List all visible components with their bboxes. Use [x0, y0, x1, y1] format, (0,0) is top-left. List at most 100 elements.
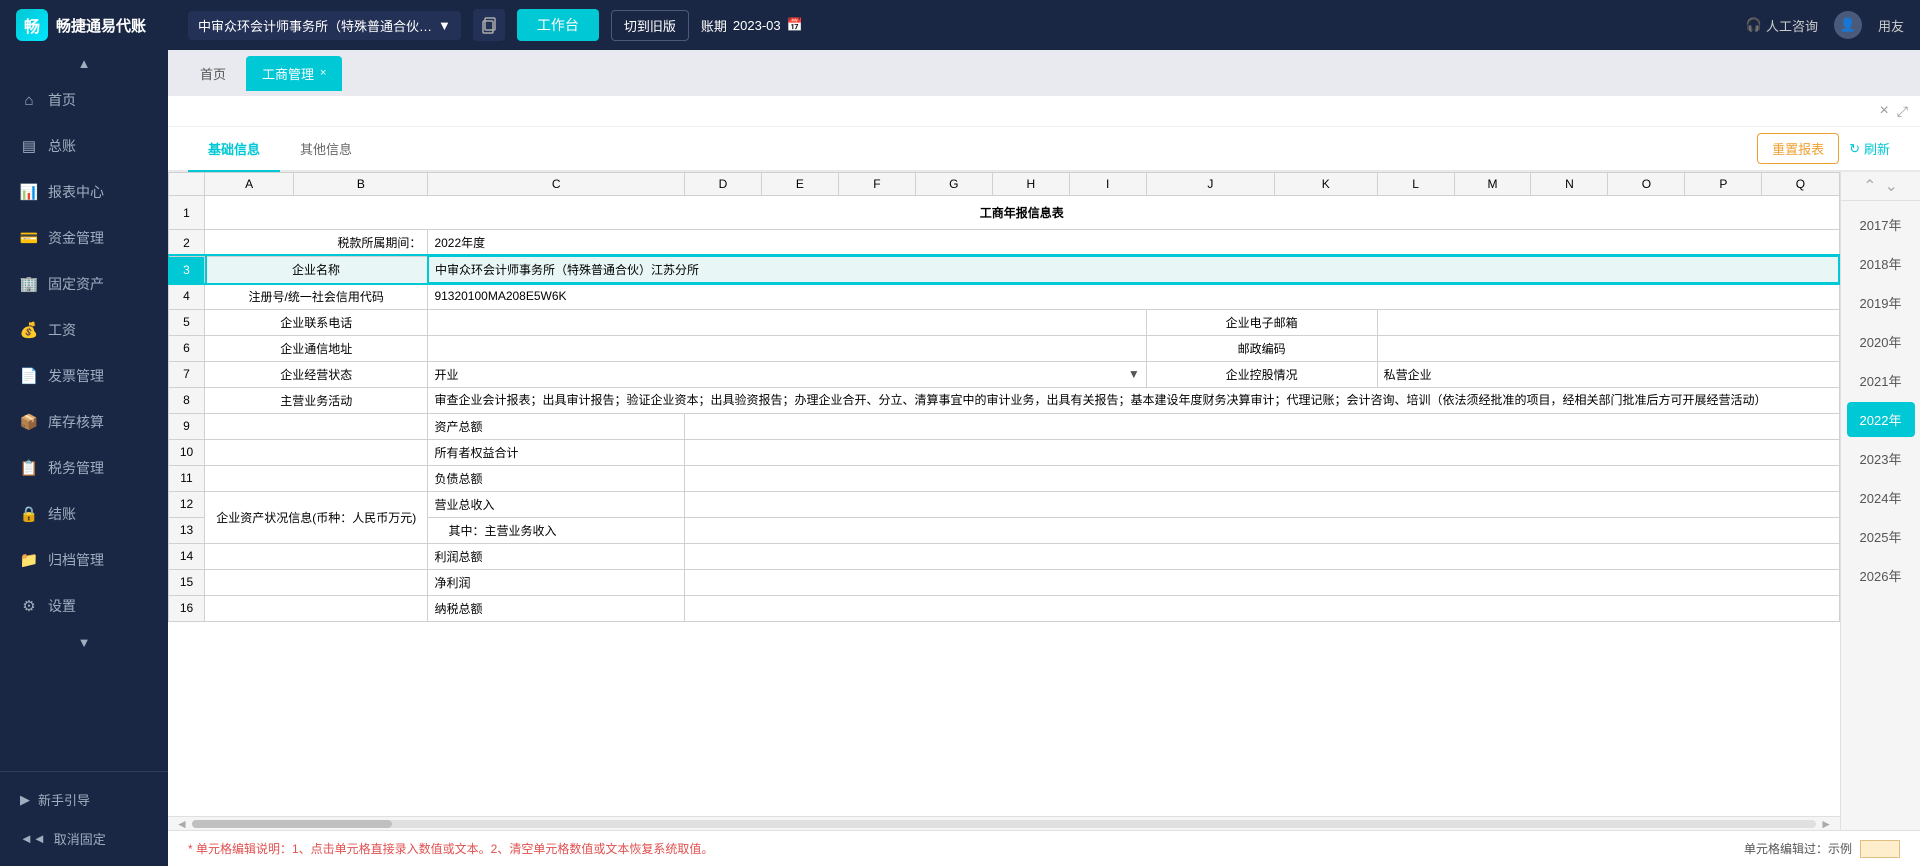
cell-8-cq[interactable]: 审查企业会计报表；出具审计报告；验证企业资本；出具验资报告；办理企业合开、分立、… [428, 387, 1839, 413]
cell-15-c[interactable]: 净利润 [428, 569, 685, 595]
cell-9-c[interactable]: 资产总额 [428, 413, 685, 439]
sidebar-scroll-down[interactable]: ▼ [0, 629, 168, 656]
cell-16-ab[interactable] [205, 595, 428, 621]
cell-11-ab[interactable] [205, 465, 428, 491]
cell-2-cq[interactable]: 2022年度 [428, 230, 1839, 257]
sheet-title-cell[interactable]: 工商年报信息表 [205, 196, 1840, 230]
workbench-button[interactable]: 工作台 [517, 9, 599, 41]
cell-9-dq[interactable] [684, 413, 1839, 439]
reset-report-button[interactable]: 重置报表 [1757, 133, 1839, 164]
subtab-basic[interactable]: 基础信息 [188, 127, 280, 172]
sidebar-item-assets[interactable]: 🏢 固定资产 [0, 261, 168, 307]
sidebar-item-capital[interactable]: 💳 资金管理 [0, 215, 168, 261]
cell-13-c[interactable]: 其中：主营业务收入 [428, 517, 685, 543]
cell-15-dq[interactable] [684, 569, 1839, 595]
cell-4-ab[interactable]: 注册号/统一社会信用代码 [205, 283, 428, 309]
cell-12-dq[interactable] [684, 491, 1839, 517]
year-item-2021[interactable]: 2021年 [1847, 363, 1915, 398]
sidebar-item-label: 工资 [48, 320, 76, 340]
close-content-icon[interactable]: × [1879, 102, 1888, 120]
scroll-right-arrow[interactable]: ► [1816, 817, 1836, 831]
old-version-button[interactable]: 切到旧版 [611, 10, 689, 41]
tab-close-icon[interactable]: × [320, 67, 326, 79]
cell-7-ci[interactable]: 开业 ▼ [428, 361, 1146, 387]
year-item-2023[interactable]: 2023年 [1847, 441, 1915, 476]
tab-home[interactable]: 首页 [184, 56, 242, 91]
sidebar-item-home[interactable]: ⌂ 首页 [0, 77, 168, 123]
year-panel-down-icon[interactable]: ⌄ [1885, 176, 1898, 196]
company-selector[interactable]: 中审众环会计师事务所（特殊普通合伙… ▼ [188, 11, 461, 40]
col-header-h: H [992, 173, 1069, 196]
cell-12-ab[interactable]: 企业资产状况信息(币种：人民币万元) [205, 491, 428, 543]
cell-3-cq[interactable]: 中审众环会计师事务所（特殊普通合伙）江苏分所 [428, 256, 1839, 283]
scrollbar-thumb[interactable] [192, 820, 392, 828]
sidebar-item-salary[interactable]: 💰 工资 [0, 307, 168, 353]
cell-3-ab[interactable]: 企业名称 [205, 256, 428, 283]
sidebar-scroll-up[interactable]: ▲ [0, 50, 168, 77]
col-header-d: D [684, 173, 761, 196]
cell-16-c[interactable]: 纳税总额 [428, 595, 685, 621]
maximize-content-icon[interactable]: ⤢ [1897, 103, 1908, 120]
unpin-icon: ◄◄ [20, 831, 46, 846]
copy-button[interactable] [473, 9, 505, 41]
calendar-icon[interactable]: 📅 [787, 17, 803, 33]
statusbar-hint: * 单元格编辑说明：1、点击单元格直接录入数值或文本。2、清空单元格数值或文本恢… [188, 840, 713, 857]
cell-5-ab[interactable]: 企业联系电话 [205, 309, 428, 335]
cell-10-ab[interactable] [205, 439, 428, 465]
scroll-left-arrow[interactable]: ◄ [172, 817, 192, 831]
sidebar-item-ledger[interactable]: ▤ 总账 [0, 123, 168, 169]
subtab-other[interactable]: 其他信息 [280, 127, 372, 172]
sidebar-item-tax[interactable]: 📋 税务管理 [0, 445, 168, 491]
year-item-2017[interactable]: 2017年 [1847, 207, 1915, 242]
cell-14-ab[interactable] [205, 543, 428, 569]
cell-14-dq[interactable] [684, 543, 1839, 569]
cell-10-c[interactable]: 所有者权益合计 [428, 439, 685, 465]
year-item-2026[interactable]: 2026年 [1847, 558, 1915, 593]
sidebar-item-archive[interactable]: 📁 归档管理 [0, 537, 168, 583]
cell-5-jk[interactable]: 企业电子邮箱 [1146, 309, 1377, 335]
cell-15-ab[interactable] [205, 569, 428, 595]
cell-11-dq[interactable] [684, 465, 1839, 491]
col-header-j: J [1146, 173, 1274, 196]
sidebar-item-invoice[interactable]: 📄 发票管理 [0, 353, 168, 399]
cell-16-dq[interactable] [684, 595, 1839, 621]
sidebar-item-settings[interactable]: ⚙ 设置 [0, 583, 168, 629]
cell-14-c[interactable]: 利润总额 [428, 543, 685, 569]
sidebar-item-report[interactable]: 📊 报表中心 [0, 169, 168, 215]
year-item-2018[interactable]: 2018年 [1847, 246, 1915, 281]
cell-5-lq[interactable] [1377, 309, 1839, 335]
cell-8-ab[interactable]: 主营业务活动 [205, 387, 428, 413]
year-item-2019[interactable]: 2019年 [1847, 285, 1915, 320]
cell-2-ab[interactable]: 税款所属期间： [205, 230, 428, 257]
refresh-button[interactable]: ↻ 刷新 [1849, 139, 1890, 158]
cell-11-c[interactable]: 负债总额 [428, 465, 685, 491]
cell-12-c[interactable]: 营业总收入 [428, 491, 685, 517]
spreadsheet-container[interactable]: A B C D E F G H I J [168, 172, 1840, 816]
year-panel-up-icon[interactable]: ⌃ [1863, 176, 1876, 196]
cell-4-cq[interactable]: 91320100MA208E5W6K [428, 283, 1839, 309]
consult-link[interactable]: 🎧 人工咨询 [1746, 16, 1818, 35]
cell-6-ab[interactable]: 企业通信地址 [205, 335, 428, 361]
cell-6-lq[interactable] [1377, 335, 1839, 361]
year-item-2022[interactable]: 2022年 [1847, 402, 1915, 437]
year-item-2020[interactable]: 2020年 [1847, 324, 1915, 359]
tab-business[interactable]: 工商管理 × [246, 56, 342, 91]
year-item-2024[interactable]: 2024年 [1847, 480, 1915, 515]
sidebar-item-inventory[interactable]: 📦 库存核算 [0, 399, 168, 445]
cell-13-dq[interactable] [684, 517, 1839, 543]
year-item-2025[interactable]: 2025年 [1847, 519, 1915, 554]
cell-10-dq[interactable] [684, 439, 1839, 465]
cell-7-ab[interactable]: 企业经营状态 [205, 361, 428, 387]
cell-7-jk[interactable]: 企业控股情况 [1146, 361, 1377, 387]
closing-icon: 🔒 [20, 505, 38, 523]
sidebar-item-closing[interactable]: 🔒 结账 [0, 491, 168, 537]
cell-9-ab[interactable] [205, 413, 428, 439]
year-panel: ⌃ ⌄ 2017年 2018年 2019年 2020年 2021年 2022年 … [1840, 172, 1920, 830]
sidebar-item-new-guide[interactable]: ▶ 新手引导 [0, 780, 168, 819]
sidebar-item-unpin[interactable]: ◄◄ 取消固定 [0, 819, 168, 858]
cell-7-lq[interactable]: 私营企业 [1377, 361, 1839, 387]
cell-6-ci[interactable] [428, 335, 1146, 361]
cell-5-ci[interactable] [428, 309, 1146, 335]
horizontal-scrollbar[interactable]: ◄ ► [168, 816, 1840, 830]
cell-6-jk[interactable]: 邮政编码 [1146, 335, 1377, 361]
